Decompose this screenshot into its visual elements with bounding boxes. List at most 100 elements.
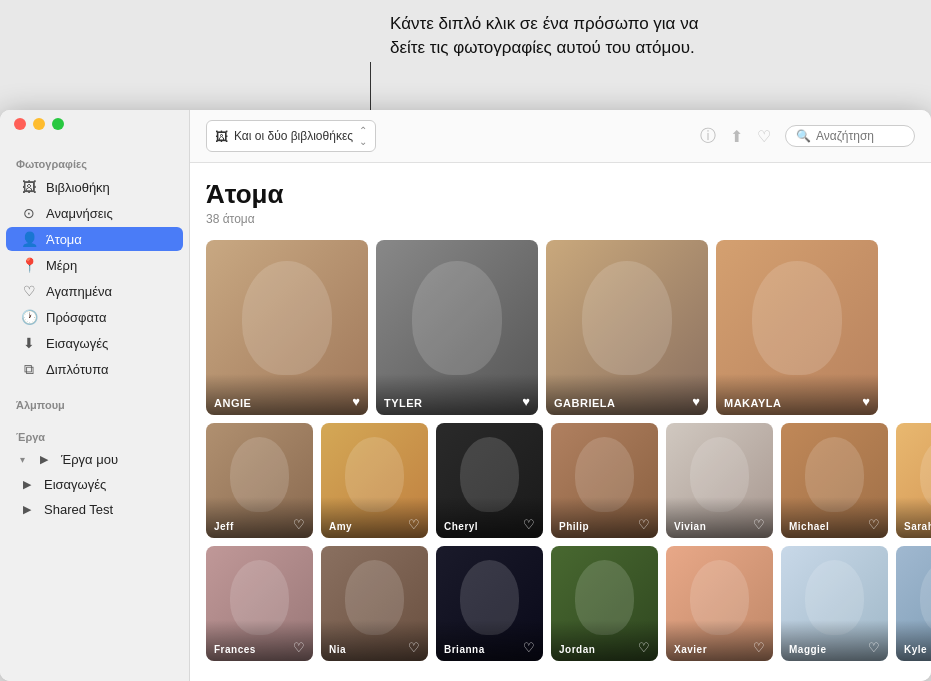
shared-test-icon: ▶ [18,503,36,516]
heart-jordan[interactable]: ♡ [638,640,650,655]
person-card-amy[interactable]: Amy ♡ [321,423,428,538]
sidebar-item-imports[interactable]: ⬇ Εισαγωγές [6,331,183,355]
person-overlay-cheryl: Cheryl ♡ [436,497,543,538]
minimize-button[interactable] [33,118,45,130]
person-name-jordan: Jordan [559,644,595,655]
person-name-philip: Philip [559,521,589,532]
person-card-frances[interactable]: Frances ♡ [206,546,313,661]
person-card-vivian[interactable]: Vivian ♡ [666,423,773,538]
heart-frances[interactable]: ♡ [293,640,305,655]
heart-philip[interactable]: ♡ [638,517,650,532]
heart-toolbar-icon[interactable]: ♡ [757,127,771,146]
person-overlay-tyler: TYLER ♥ [376,374,538,415]
person-card-michael[interactable]: Michael ♡ [781,423,888,538]
person-name-gabriela: GABRIELA [554,397,615,409]
sidebar-item-duplicates[interactable]: ⧉ Διπλότυπα [6,357,183,382]
sidebar-item-my-projects[interactable]: ▾ ▶ Έργα μου [6,448,183,471]
fullscreen-button[interactable] [52,118,64,130]
person-overlay-xavier: Xavier ♡ [666,620,773,661]
people-icon: 👤 [20,231,38,247]
section-projects-label: Έργα [0,423,189,447]
sidebar-item-imports-sub[interactable]: ▶ Εισαγωγές [6,473,183,496]
sidebar-item-imports-label: Εισαγωγές [46,336,108,351]
favorites-icon: ♡ [20,283,38,299]
imports-sub-icon: ▶ [18,478,36,491]
sidebar-item-recent-label: Πρόσφατα [46,310,106,325]
heart-makayla[interactable]: ♥ [862,394,870,409]
person-card-jeff[interactable]: Jeff ♡ [206,423,313,538]
info-icon[interactable]: ⓘ [700,126,716,147]
imports-icon: ⬇ [20,335,38,351]
chevron-updown-icon: ⌃⌄ [359,125,367,147]
person-overlay-kyle: Kyle ♡ [896,620,931,661]
heart-maggie[interactable]: ♡ [868,640,880,655]
person-card-jordan[interactable]: Jordan ♡ [551,546,658,661]
traffic-lights [14,118,64,130]
heart-brianna[interactable]: ♡ [523,640,535,655]
toolbar: 🖼 Και οι δύο βιβλιοθήκες ⌃⌄ ⓘ ⬆ ♡ 🔍 [190,110,931,163]
search-box[interactable]: 🔍 [785,125,915,147]
person-card-maggie[interactable]: Maggie ♡ [781,546,888,661]
heart-vivian[interactable]: ♡ [753,517,765,532]
person-name-vivian: Vivian [674,521,706,532]
heart-tyler[interactable]: ♥ [522,394,530,409]
library-selector[interactable]: 🖼 Και οι δύο βιβλιοθήκες ⌃⌄ [206,120,376,152]
sidebar-item-people-label: Άτομα [46,232,82,247]
person-overlay-maggie: Maggie ♡ [781,620,888,661]
sidebar-item-shared-test[interactable]: ▶ Shared Test [6,498,183,521]
section-photos-label: Φωτογραφίες [0,150,189,174]
duplicates-icon: ⧉ [20,361,38,378]
heart-jeff[interactable]: ♡ [293,517,305,532]
sidebar-item-people[interactable]: 👤 Άτομα [6,227,183,251]
person-card-tyler[interactable]: TYLER ♥ [376,240,538,415]
person-card-xavier[interactable]: Xavier ♡ [666,546,773,661]
person-overlay-jeff: Jeff ♡ [206,497,313,538]
sidebar-item-recent[interactable]: 🕐 Πρόσφατα [6,305,183,329]
content-area: Άτομα 38 άτομα ANGIE ♥ [190,163,931,681]
sidebar-item-duplicates-label: Διπλότυπα [46,362,108,377]
heart-michael[interactable]: ♡ [868,517,880,532]
person-name-cheryl: Cheryl [444,521,478,532]
person-overlay-jordan: Jordan ♡ [551,620,658,661]
person-card-angie[interactable]: ANGIE ♥ [206,240,368,415]
person-card-brianna[interactable]: Brianna ♡ [436,546,543,661]
person-overlay-philip: Philip ♡ [551,497,658,538]
sidebar-item-imports-sub-label: Εισαγωγές [44,477,106,492]
sidebar-item-places[interactable]: 📍 Μέρη [6,253,183,277]
heart-nia[interactable]: ♡ [408,640,420,655]
person-name-michael: Michael [789,521,829,532]
library-selector-label: Και οι δύο βιβλιοθήκες [234,129,353,143]
share-icon[interactable]: ⬆ [730,127,743,146]
person-card-cheryl[interactable]: Cheryl ♡ [436,423,543,538]
person-overlay-michael: Michael ♡ [781,497,888,538]
people-row-small: Frances ♡ Nia ♡ Briann [206,546,915,661]
person-card-sarah[interactable]: Sarah ♡ [896,423,931,538]
close-button[interactable] [14,118,26,130]
toolbar-icons: ⓘ ⬆ ♡ 🔍 [700,125,915,147]
sidebar-item-library[interactable]: 🖼 Βιβλιοθήκη [6,175,183,199]
heart-angie[interactable]: ♥ [352,394,360,409]
person-overlay-vivian: Vivian ♡ [666,497,773,538]
person-card-gabriela[interactable]: GABRIELA ♥ [546,240,708,415]
person-name-makayla: MAKAYLA [724,397,782,409]
person-card-kyle[interactable]: Kyle ♡ [896,546,931,661]
heart-cheryl[interactable]: ♡ [523,517,535,532]
sidebar-item-favorites[interactable]: ♡ Αγαπημένα [6,279,183,303]
person-overlay-makayla: MAKAYLA ♥ [716,374,878,415]
people-grid: ANGIE ♥ TYLER ♥ GABRIE [206,240,915,661]
chevron-down-icon: ▾ [20,454,25,465]
sidebar-item-places-label: Μέρη [46,258,77,273]
person-name-nia: Nia [329,644,346,655]
sidebar-item-memories[interactable]: ⊙ Αναμνήσεις [6,201,183,225]
heart-xavier[interactable]: ♡ [753,640,765,655]
search-input[interactable] [816,129,906,143]
person-card-nia[interactable]: Nia ♡ [321,546,428,661]
person-card-philip[interactable]: Philip ♡ [551,423,658,538]
places-icon: 📍 [20,257,38,273]
person-overlay-gabriela: GABRIELA ♥ [546,374,708,415]
person-card-makayla[interactable]: MAKAYLA ♥ [716,240,878,415]
heart-gabriela[interactable]: ♥ [692,394,700,409]
person-name-frances: Frances [214,644,256,655]
heart-amy[interactable]: ♡ [408,517,420,532]
person-overlay-angie: ANGIE ♥ [206,374,368,415]
